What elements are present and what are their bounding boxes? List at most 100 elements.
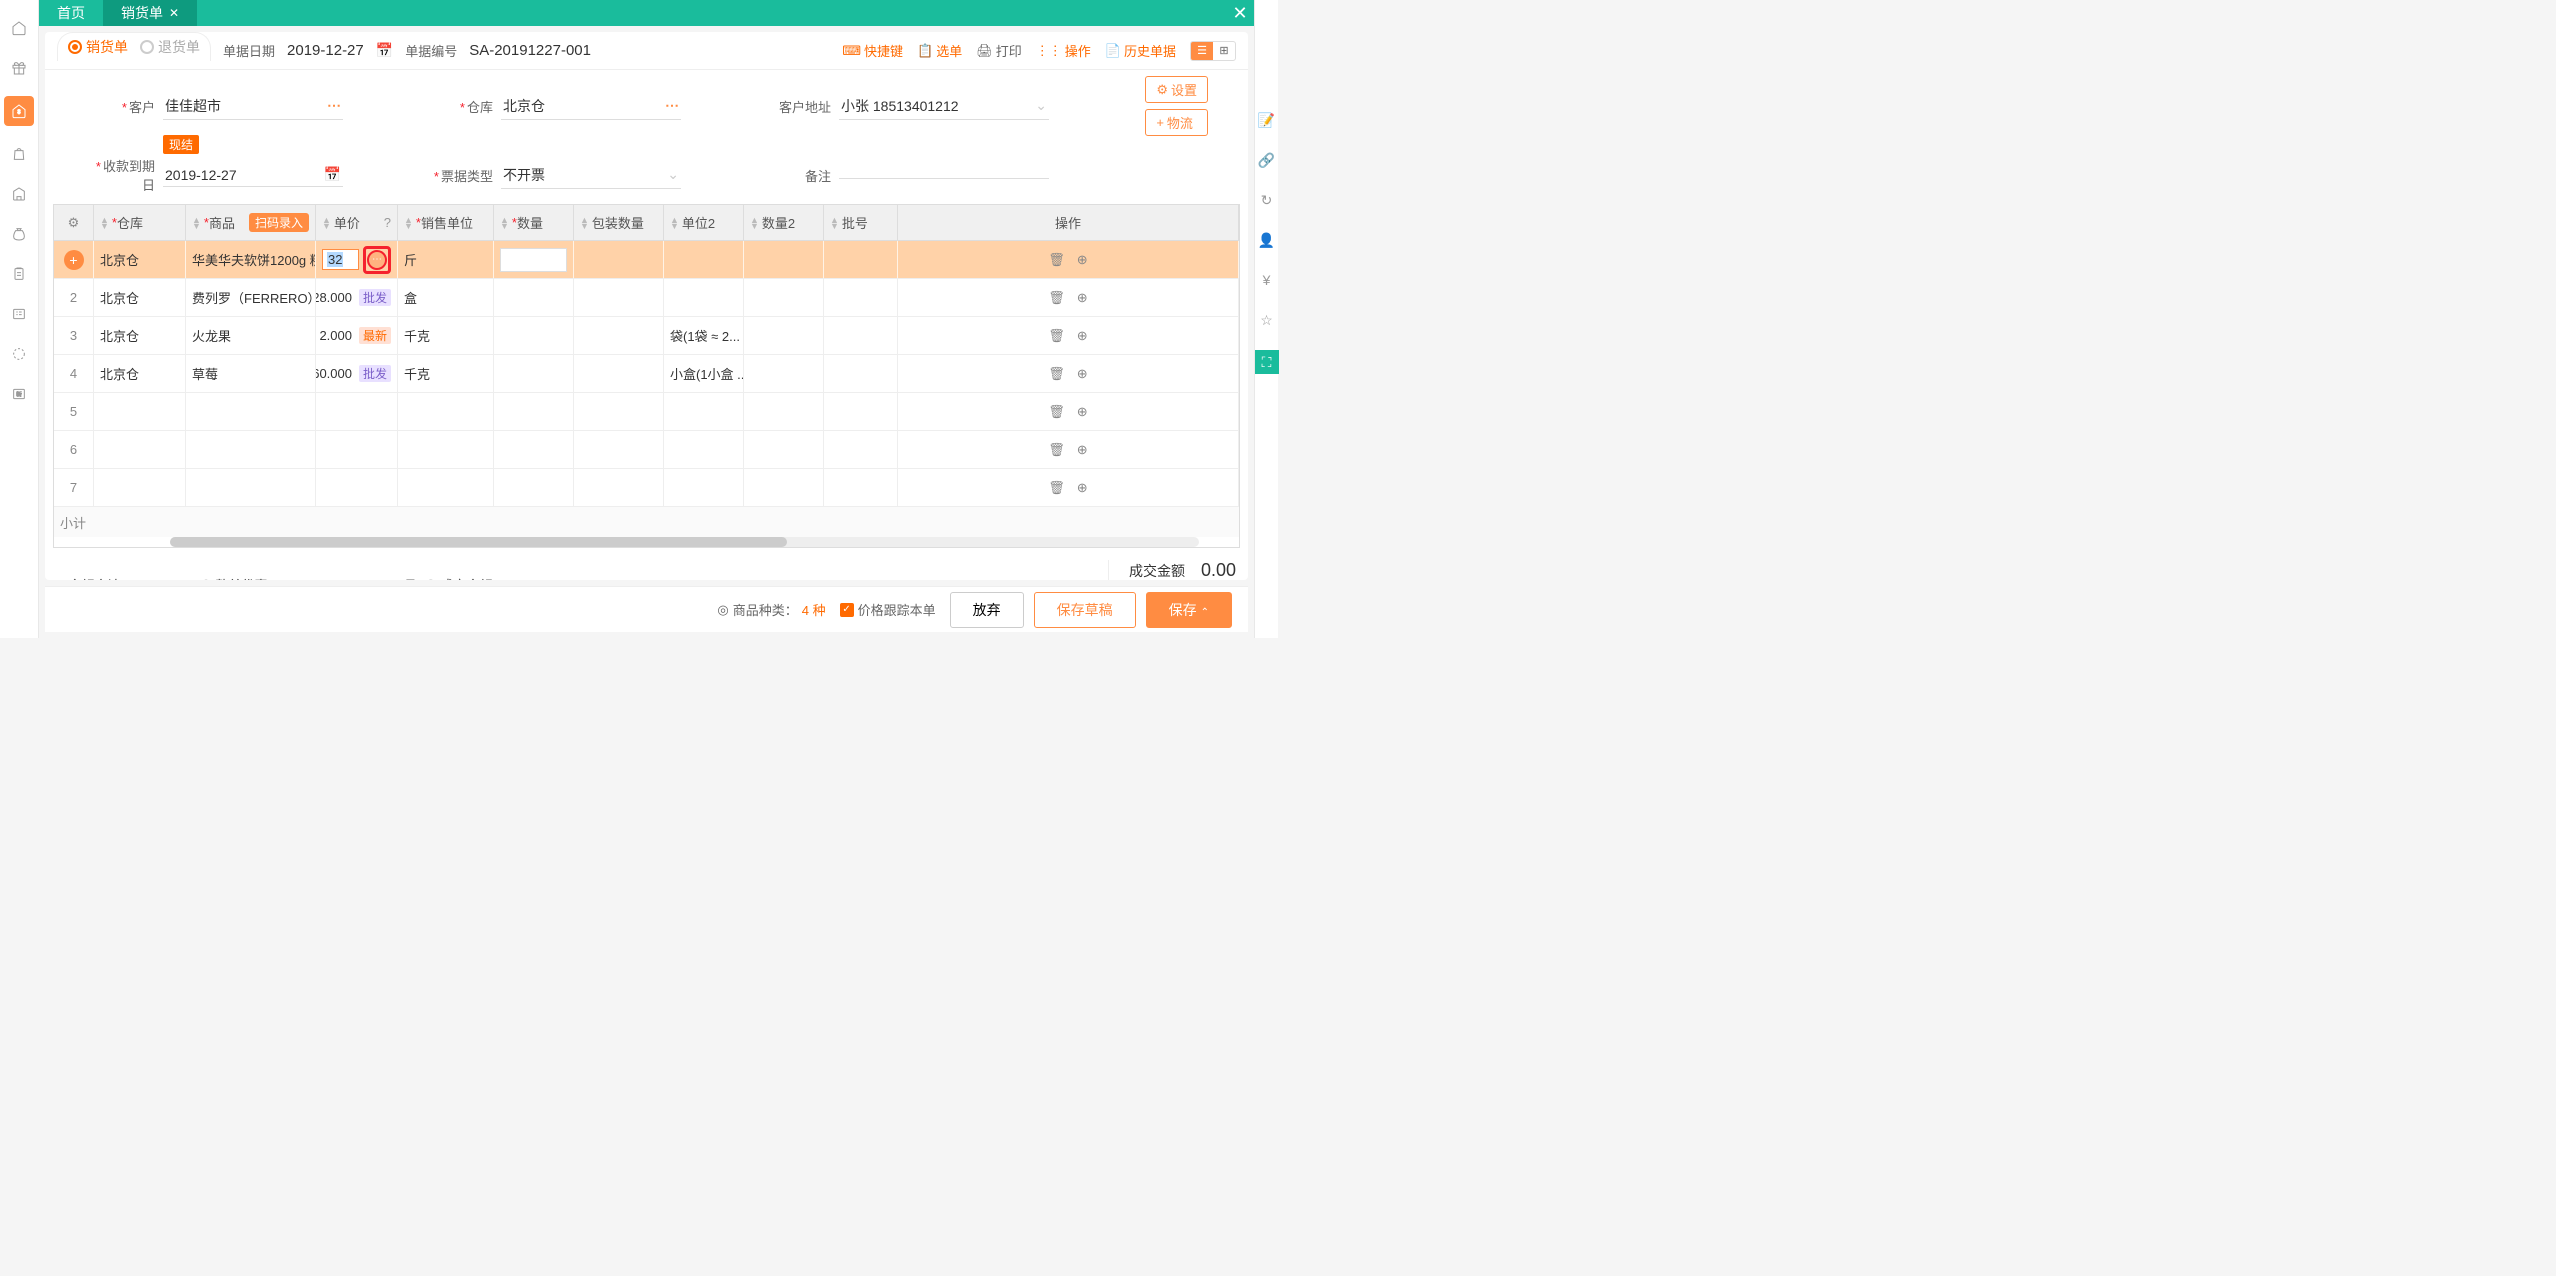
chevron-down-icon[interactable]: ⌄ xyxy=(1035,97,1047,114)
select-button[interactable]: 📋 选单 xyxy=(917,41,962,60)
yen-icon[interactable]: ¥ xyxy=(1257,270,1277,290)
star-icon[interactable]: ☆ xyxy=(1257,310,1277,330)
copy-icon[interactable]: ⊕ xyxy=(1077,366,1088,382)
customer-input[interactable]: 佳佳超市⋯ xyxy=(163,93,343,120)
tab-close-icon[interactable]: ✕ xyxy=(169,6,179,20)
tab-home[interactable]: 首页 xyxy=(39,0,103,26)
sales-icon[interactable]: $ xyxy=(4,96,34,126)
track-checkbox[interactable]: ✓价格跟踪本单 xyxy=(840,600,936,619)
print-button[interactable]: 🖨 打印 xyxy=(976,41,1022,60)
th-packqty[interactable]: ▲▼包装数量 xyxy=(574,205,664,240)
table-row[interactable]: 5 🗑⊕ xyxy=(54,393,1239,431)
expand-icon[interactable]: ⛶ xyxy=(1255,350,1279,374)
refresh-icon[interactable]: ↻ xyxy=(1257,190,1277,210)
remark-input[interactable] xyxy=(839,172,1049,179)
save-button[interactable]: 保存⌃ xyxy=(1146,592,1232,628)
shortcut-button[interactable]: ⌨ 快捷键 xyxy=(842,41,903,60)
link-icon[interactable]: 🔗 xyxy=(1257,150,1277,170)
copy-icon[interactable]: ⊕ xyxy=(1077,290,1088,306)
calendar-icon[interactable]: 📅 xyxy=(324,166,341,183)
address-label: 客户地址 xyxy=(761,97,831,116)
note-icon[interactable]: 📝 xyxy=(1257,110,1277,130)
horizontal-scrollbar[interactable] xyxy=(170,537,1199,547)
logistics-button[interactable]: + 物流 xyxy=(1145,109,1208,136)
table-row[interactable]: 3 北京仓 火龙果 2.000最新 千克 袋(1袋 ≈ 2... 🗑⊕ xyxy=(54,317,1239,355)
copy-icon[interactable]: ⊕ xyxy=(1077,442,1088,458)
price-input[interactable]: 32 xyxy=(322,249,359,270)
gear-icon[interactable]: ⚙ xyxy=(68,215,80,231)
billtype-label: 票据类型 xyxy=(441,169,493,184)
delete-icon[interactable]: 🗑 xyxy=(1048,290,1065,306)
th-product[interactable]: ▲▼*商品扫码录入 xyxy=(186,205,316,240)
chevron-up-icon[interactable]: ⌃ xyxy=(1201,607,1209,618)
no-value: SA-20191227-001 xyxy=(469,42,591,59)
duedate-input[interactable]: 2019-12-27📅 xyxy=(163,163,343,187)
building-icon[interactable] xyxy=(7,182,31,206)
list-icon[interactable] xyxy=(7,302,31,326)
view-list-icon[interactable]: ☰ xyxy=(1191,42,1213,60)
radio-sales[interactable]: 销货单 xyxy=(68,37,128,57)
discard-button[interactable]: 放弃 xyxy=(950,592,1024,628)
delete-icon[interactable]: 🗑 xyxy=(1048,442,1065,458)
table-row[interactable]: + 北京仓 华美华夫软饼1200g 糕... 32⋯ 斤 🗑⊕ xyxy=(54,241,1239,279)
minus-icon: — xyxy=(173,574,191,581)
th-batch[interactable]: ▲▼批号 xyxy=(824,205,898,240)
radio-return[interactable]: 退货单 xyxy=(140,37,200,57)
billtype-input[interactable]: 不开票⌄ xyxy=(501,162,681,189)
ellipsis-icon[interactable]: ⋯ xyxy=(665,97,679,114)
kinds-value: 4 种 xyxy=(802,600,826,619)
box-deal-value: 0.00 xyxy=(1201,560,1236,580)
copy-icon[interactable]: ⊕ xyxy=(1077,328,1088,344)
th-price[interactable]: ▲▼单价? xyxy=(316,205,398,240)
table-row[interactable]: 6 🗑⊕ xyxy=(54,431,1239,469)
help-icon[interactable]: ? xyxy=(384,215,391,230)
help-icon[interactable]: ? xyxy=(388,577,395,581)
date-value[interactable]: 2019-12-27 xyxy=(287,42,364,59)
box-deal-label: 成交金额 xyxy=(1129,561,1185,580)
loading-icon[interactable] xyxy=(7,342,31,366)
clipboard-icon[interactable] xyxy=(7,262,31,286)
delete-icon[interactable]: 🗑 xyxy=(1048,404,1065,420)
view-grid-icon[interactable]: ⊞ xyxy=(1213,42,1235,60)
settings-button[interactable]: ⚙ 设置 xyxy=(1145,76,1208,103)
tab-sales[interactable]: 销货单✕ xyxy=(103,0,197,26)
table-row[interactable]: 4 北京仓 草莓 60.000批发 千克 小盒(1小盒 ... 🗑⊕ xyxy=(54,355,1239,393)
scan-badge[interactable]: 扫码录入 xyxy=(249,213,309,232)
chevron-down-icon[interactable]: ⌄ xyxy=(667,166,679,183)
date-label: 单据日期 xyxy=(223,41,275,60)
history-button[interactable]: 📄 历史单据 xyxy=(1105,41,1176,60)
th-qty[interactable]: ▲▼*数量 xyxy=(494,205,574,240)
discount-label: 整单优惠： xyxy=(215,575,280,581)
ellipsis-icon[interactable]: ⋯ xyxy=(327,97,341,114)
operate-button[interactable]: ⋮⋮ 操作 xyxy=(1036,41,1091,60)
calendar-icon[interactable]: 📅 xyxy=(376,42,393,59)
add-row-icon[interactable]: + xyxy=(64,250,84,270)
th-unit2[interactable]: ▲▼单位2 xyxy=(664,205,744,240)
tabs-bar: 首页 销货单✕ ✕ xyxy=(39,0,1254,26)
new-icon[interactable]: 新 xyxy=(7,382,31,406)
home-icon[interactable] xyxy=(7,16,31,40)
window-close-icon[interactable]: ✕ xyxy=(1226,0,1254,26)
delete-icon[interactable]: 🗑 xyxy=(1048,480,1065,496)
user-icon[interactable]: 👤 xyxy=(1257,230,1277,250)
warehouse-input[interactable]: 北京仓⋯ xyxy=(501,93,681,120)
qty-input[interactable] xyxy=(500,248,567,272)
th-qty2[interactable]: ▲▼数量2 xyxy=(744,205,824,240)
price-options-icon[interactable]: ⋯ xyxy=(367,250,387,270)
gift-icon[interactable] xyxy=(7,56,31,80)
table-row[interactable]: 7 🗑⊕ xyxy=(54,469,1239,507)
bag-icon[interactable] xyxy=(7,142,31,166)
remark-label: 备注 xyxy=(761,166,831,185)
address-input[interactable]: 小张 18513401212⌄ xyxy=(839,93,1049,120)
th-warehouse[interactable]: ▲▼*仓库 xyxy=(94,205,186,240)
copy-icon[interactable]: ⊕ xyxy=(1077,480,1088,496)
copy-icon[interactable]: ⊕ xyxy=(1077,252,1088,268)
th-unit[interactable]: ▲▼*销售单位 xyxy=(398,205,494,240)
copy-icon[interactable]: ⊕ xyxy=(1077,404,1088,420)
delete-icon[interactable]: 🗑 xyxy=(1048,366,1065,382)
table-row[interactable]: 2 北京仓 费列罗（FERRERO）巧... 128.000批发 盒 🗑⊕ xyxy=(54,279,1239,317)
delete-icon[interactable]: 🗑 xyxy=(1048,252,1065,268)
money-bag-icon[interactable] xyxy=(7,222,31,246)
delete-icon[interactable]: 🗑 xyxy=(1048,328,1065,344)
draft-button[interactable]: 保存草稿 xyxy=(1034,592,1136,628)
